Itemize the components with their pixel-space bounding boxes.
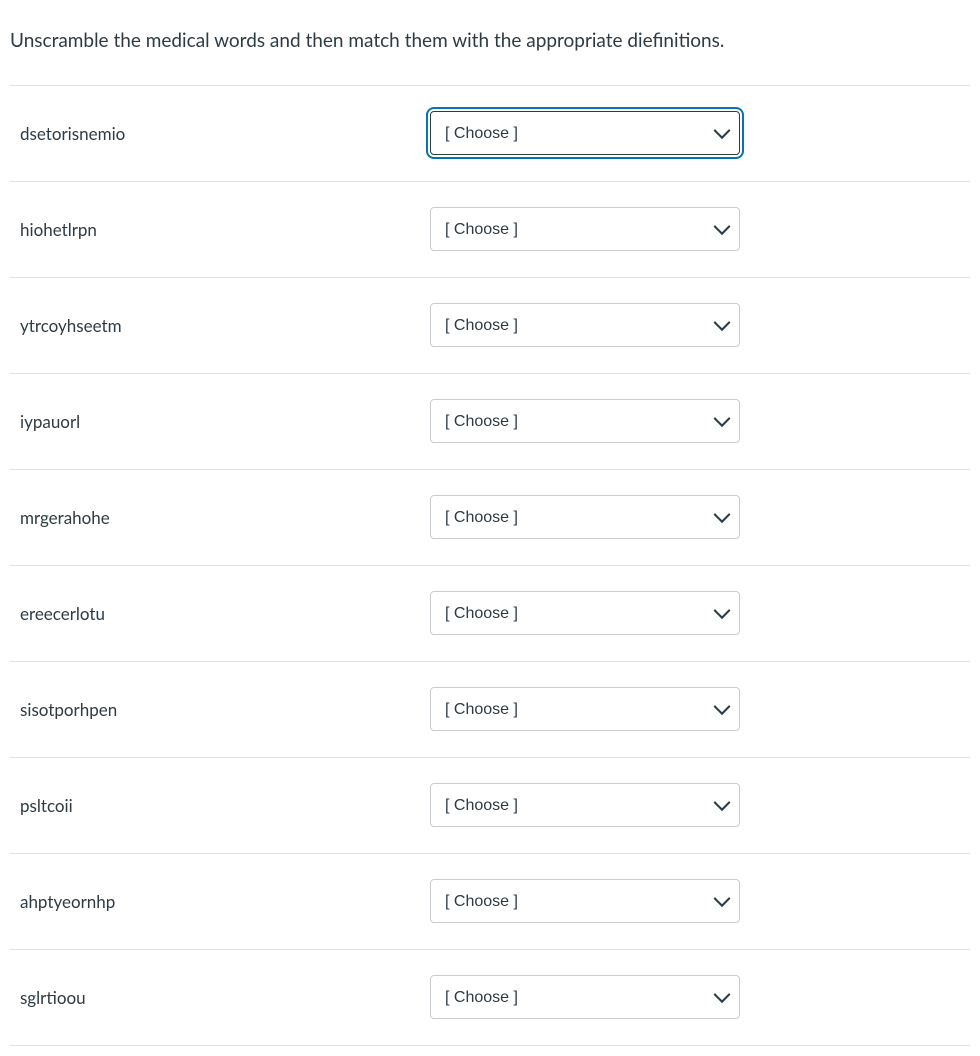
answer-select[interactable]: [ Choose ] — [430, 303, 740, 347]
select-wrap: [ Choose ] — [430, 687, 740, 731]
matching-rows: dsetorisnemio[ Choose ]hiohetlrpn[ Choos… — [10, 85, 970, 1046]
answer-cell: [ Choose ] — [430, 399, 740, 443]
select-wrap: [ Choose ] — [430, 399, 740, 443]
select-wrap: [ Choose ] — [430, 111, 740, 155]
scrambled-word-label: ahptyeornhp — [10, 891, 430, 912]
scrambled-word-label: dsetorisnemio — [10, 123, 430, 144]
answer-select[interactable]: [ Choose ] — [430, 783, 740, 827]
scrambled-word-label: hiohetlrpn — [10, 219, 430, 240]
matching-row: ahptyeornhp[ Choose ] — [10, 854, 970, 950]
scrambled-word-label: psltcoii — [10, 795, 430, 816]
matching-row: dsetorisnemio[ Choose ] — [10, 86, 970, 182]
answer-select[interactable]: [ Choose ] — [430, 975, 740, 1019]
select-wrap: [ Choose ] — [430, 975, 740, 1019]
answer-cell: [ Choose ] — [430, 303, 740, 347]
select-wrap: [ Choose ] — [430, 207, 740, 251]
matching-row: iypauorl[ Choose ] — [10, 374, 970, 470]
answer-select[interactable]: [ Choose ] — [430, 687, 740, 731]
matching-row: mrgerahohe[ Choose ] — [10, 470, 970, 566]
answer-cell: [ Choose ] — [430, 111, 740, 155]
answer-cell: [ Choose ] — [430, 207, 740, 251]
answer-select[interactable]: [ Choose ] — [430, 879, 740, 923]
answer-cell: [ Choose ] — [430, 591, 740, 635]
answer-select[interactable]: [ Choose ] — [430, 207, 740, 251]
answer-cell: [ Choose ] — [430, 687, 740, 731]
answer-select[interactable]: [ Choose ] — [430, 495, 740, 539]
matching-row: psltcoii[ Choose ] — [10, 758, 970, 854]
answer-select[interactable]: [ Choose ] — [430, 591, 740, 635]
scrambled-word-label: sglrtioou — [10, 987, 430, 1008]
select-wrap: [ Choose ] — [430, 879, 740, 923]
scrambled-word-label: ereecerlotu — [10, 603, 430, 624]
select-wrap: [ Choose ] — [430, 303, 740, 347]
matching-row: sglrtioou[ Choose ] — [10, 950, 970, 1046]
answer-cell: [ Choose ] — [430, 879, 740, 923]
matching-row: ereecerlotu[ Choose ] — [10, 566, 970, 662]
answer-cell: [ Choose ] — [430, 783, 740, 827]
answer-select[interactable]: [ Choose ] — [430, 111, 740, 155]
scrambled-word-label: mrgerahohe — [10, 507, 430, 528]
matching-row: ytrcoyhseetm[ Choose ] — [10, 278, 970, 374]
answer-select[interactable]: [ Choose ] — [430, 399, 740, 443]
answer-cell: [ Choose ] — [430, 495, 740, 539]
matching-row: sisotporhpen[ Choose ] — [10, 662, 970, 758]
scrambled-word-label: ytrcoyhseetm — [10, 315, 430, 336]
select-wrap: [ Choose ] — [430, 495, 740, 539]
scrambled-word-label: sisotporhpen — [10, 699, 430, 720]
scrambled-word-label: iypauorl — [10, 411, 430, 432]
select-wrap: [ Choose ] — [430, 591, 740, 635]
select-wrap: [ Choose ] — [430, 783, 740, 827]
matching-row: hiohetlrpn[ Choose ] — [10, 182, 970, 278]
answer-cell: [ Choose ] — [430, 975, 740, 1019]
question-instructions: Unscramble the medical words and then ma… — [10, 28, 970, 55]
